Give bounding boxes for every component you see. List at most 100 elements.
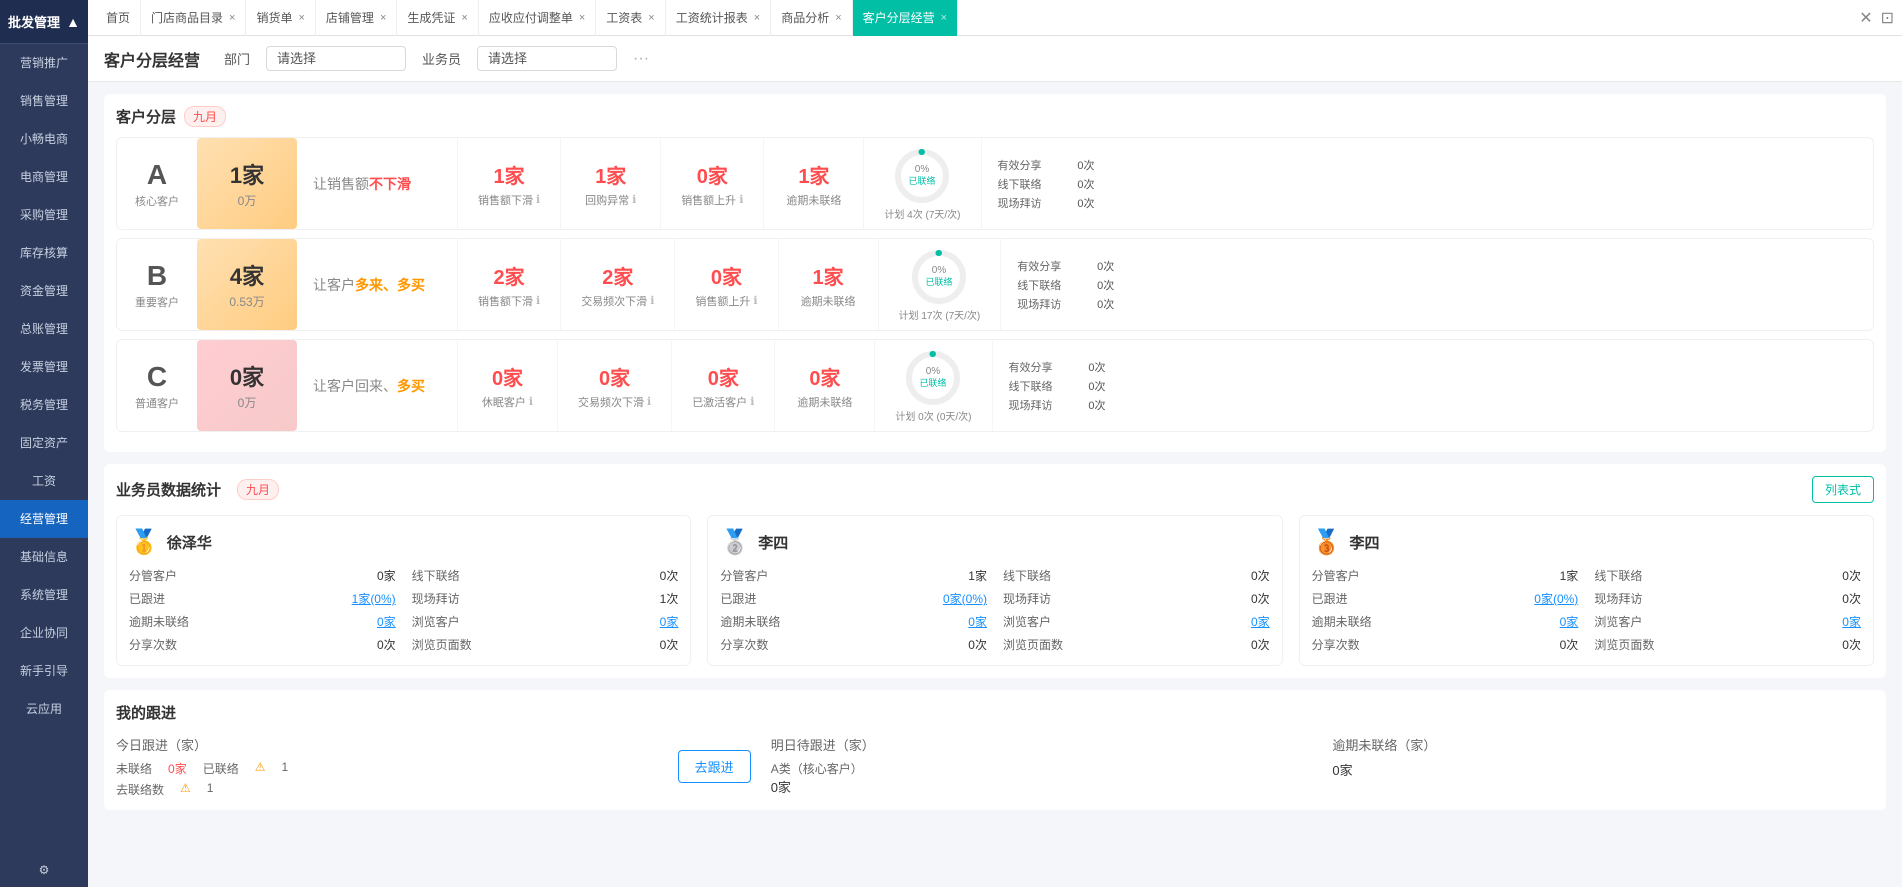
sidebar-settings[interactable]: ⚙ bbox=[0, 853, 88, 887]
biz-stat-link-0-5[interactable]: 0家 bbox=[660, 613, 679, 630]
tier-slogan-C: 让客户回来、多买 bbox=[297, 340, 457, 431]
biz-stat-val-0-1: 0次 bbox=[660, 567, 679, 584]
info-icon[interactable]: ℹ bbox=[650, 294, 654, 307]
sidebar-item-11[interactable]: 工资 bbox=[0, 462, 88, 500]
info-icon[interactable]: ℹ bbox=[536, 193, 540, 206]
circle-linked-B: 已联络 bbox=[926, 276, 953, 287]
biz-stat-label-1-7: 浏览页面数 bbox=[1003, 636, 1063, 653]
info-icon[interactable]: ℹ bbox=[753, 294, 757, 307]
dept-select[interactable]: 请选择 bbox=[266, 46, 406, 71]
sidebar-item-1[interactable]: 销售管理 bbox=[0, 82, 88, 120]
tab-close-4[interactable]: × bbox=[461, 12, 467, 24]
biz-stat-link-1-5[interactable]: 0家 bbox=[1251, 613, 1270, 630]
sidebar-item-8[interactable]: 发票管理 bbox=[0, 348, 88, 386]
sidebar-item-16[interactable]: 新手引导 bbox=[0, 652, 88, 690]
main-area: 首页门店商品目录×销货单×店铺管理×生成凭证×应收应付调整单×工资表×工资统计报… bbox=[88, 0, 1902, 887]
tab-0[interactable]: 首页 bbox=[96, 0, 141, 36]
sidebar-item-17[interactable]: 云应用 bbox=[0, 690, 88, 728]
info-icon[interactable]: ℹ bbox=[739, 193, 743, 206]
tier-letter-A: A bbox=[147, 159, 167, 191]
salesman-label: 业务员 bbox=[422, 49, 461, 68]
tab-9[interactable]: 客户分层经营× bbox=[853, 0, 958, 36]
biz-stat-label-2-4: 逾期未联络 bbox=[1312, 613, 1372, 630]
tier-circle-C: 0% 已联络 计划 0次 (0天/次) bbox=[874, 340, 991, 431]
biz-stats-grid-2: 分管客户 1家 线下联络 0次 已跟进 0家(0%) 现场拜访 0次 逾期未联络… bbox=[1312, 567, 1861, 653]
metric-label-A-0: 销售额下滑ℹ bbox=[478, 192, 540, 208]
tab-close-5[interactable]: × bbox=[579, 12, 585, 24]
side-stat-label-B-2: 现场拜访 bbox=[1017, 296, 1061, 312]
info-icon[interactable]: ℹ bbox=[536, 294, 540, 307]
sidebar-item-15[interactable]: 企业协同 bbox=[0, 614, 88, 652]
biz-stat-link-0-2[interactable]: 1家(0%) bbox=[352, 590, 396, 607]
metric-num-C-3: 0家 bbox=[809, 362, 840, 391]
biz-stat-link-1-2[interactable]: 0家(0%) bbox=[943, 590, 987, 607]
restore-icon[interactable]: ⊡ bbox=[1881, 8, 1894, 28]
tab-close-9[interactable]: × bbox=[941, 12, 947, 24]
tab-close-1[interactable]: × bbox=[229, 12, 235, 24]
more-options-icon[interactable]: ··· bbox=[633, 50, 649, 68]
sidebar-item-6[interactable]: 资金管理 bbox=[0, 272, 88, 310]
tier-count-C: 0家0万 bbox=[197, 340, 297, 431]
info-icon[interactable]: ℹ bbox=[529, 395, 533, 408]
biz-stat-row-0-3: 现场拜访 1次 bbox=[412, 590, 679, 607]
sidebar-item-7[interactable]: 总账管理 bbox=[0, 310, 88, 348]
biz-stat-val-1-3: 0次 bbox=[1251, 590, 1270, 607]
medal-icon-0: 🥇 bbox=[129, 528, 159, 557]
sidebar-item-13[interactable]: 基础信息 bbox=[0, 538, 88, 576]
sidebar-item-10[interactable]: 固定资产 bbox=[0, 424, 88, 462]
biz-stat-label-0-1: 线下联络 bbox=[412, 567, 460, 584]
metric-num-C-0: 0家 bbox=[492, 362, 523, 391]
tab-8[interactable]: 商品分析× bbox=[771, 0, 852, 36]
biz-stat-row-2-5: 浏览客户 0家 bbox=[1594, 613, 1861, 630]
tab-4[interactable]: 生成凭证× bbox=[397, 0, 478, 36]
tab-close-2[interactable]: × bbox=[298, 12, 304, 24]
medal-icon-1: 🥈 bbox=[720, 528, 750, 557]
info-icon[interactable]: ℹ bbox=[750, 395, 754, 408]
biz-stat-link-2-2[interactable]: 0家(0%) bbox=[1534, 590, 1578, 607]
goto-followup-button[interactable]: 去跟进 bbox=[678, 750, 751, 783]
tab-close-8[interactable]: × bbox=[835, 12, 841, 24]
sidebar-item-0[interactable]: 营销推广 bbox=[0, 44, 88, 82]
sidebar-item-9[interactable]: 税务管理 bbox=[0, 386, 88, 424]
goto-contact-icon: ⚠ bbox=[180, 781, 191, 798]
tab-3[interactable]: 店铺管理× bbox=[316, 0, 397, 36]
biz-stat-val-0-0: 0家 bbox=[377, 567, 396, 584]
today-followup-col: 今日跟进（家） 未联络 0家 已联络 ⚠ 1 去联络数 bbox=[116, 735, 658, 798]
biz-stat-label-0-5: 浏览客户 bbox=[412, 613, 460, 630]
tab-close-3[interactable]: × bbox=[380, 12, 386, 24]
biz-stat-label-0-6: 分享次数 bbox=[129, 636, 177, 653]
biz-stat-row-2-7: 浏览页面数 0次 bbox=[1594, 636, 1861, 653]
biz-stat-link-2-5[interactable]: 0家 bbox=[1842, 613, 1861, 630]
sidebar-item-14[interactable]: 系统管理 bbox=[0, 576, 88, 614]
tab-6[interactable]: 工资表× bbox=[596, 0, 665, 36]
tab-7[interactable]: 工资统计报表× bbox=[666, 0, 771, 36]
sidebar-item-5[interactable]: 库存核算 bbox=[0, 234, 88, 272]
tab-5[interactable]: 应收应付调整单× bbox=[479, 0, 596, 36]
tab-2[interactable]: 销货单× bbox=[246, 0, 315, 36]
biz-stat-val-1-0: 1家 bbox=[968, 567, 987, 584]
list-view-button[interactable]: 列表式 bbox=[1812, 476, 1874, 503]
sidebar-collapse-icon[interactable]: ▲ bbox=[66, 14, 80, 30]
info-icon[interactable]: ℹ bbox=[632, 193, 636, 206]
tab-close-7[interactable]: × bbox=[754, 12, 760, 24]
metric-num-A-2: 0家 bbox=[697, 160, 728, 189]
tab-close-6[interactable]: × bbox=[648, 12, 654, 24]
biz-stat-link-1-4[interactable]: 0家 bbox=[968, 613, 987, 630]
biz-stat-val-2-6: 0次 bbox=[1560, 636, 1579, 653]
biz-stat-link-2-4[interactable]: 0家 bbox=[1560, 613, 1579, 630]
slogan-highlight-C: 多买 bbox=[397, 378, 425, 394]
biz-stat-link-0-4[interactable]: 0家 bbox=[377, 613, 396, 630]
sidebar-item-2[interactable]: 小畅电商 bbox=[0, 120, 88, 158]
close-icon[interactable]: ✕ bbox=[1859, 8, 1872, 28]
tab-1[interactable]: 门店商品目录× bbox=[141, 0, 246, 36]
sidebar-item-12[interactable]: 经营管理 bbox=[0, 500, 88, 538]
unlinkd-label: 未联络 bbox=[116, 760, 152, 777]
biz-stat-row-1-6: 分享次数 0次 bbox=[720, 636, 987, 653]
circle-svg-C: 0% 已联络 bbox=[903, 348, 963, 408]
sidebar-item-3[interactable]: 电商管理 bbox=[0, 158, 88, 196]
metric-num-A-0: 1家 bbox=[494, 160, 525, 189]
salesman-select[interactable]: 请选择 bbox=[477, 46, 617, 71]
metric-num-B-1: 2家 bbox=[602, 261, 633, 290]
sidebar-item-4[interactable]: 采购管理 bbox=[0, 196, 88, 234]
info-icon[interactable]: ℹ bbox=[647, 395, 651, 408]
